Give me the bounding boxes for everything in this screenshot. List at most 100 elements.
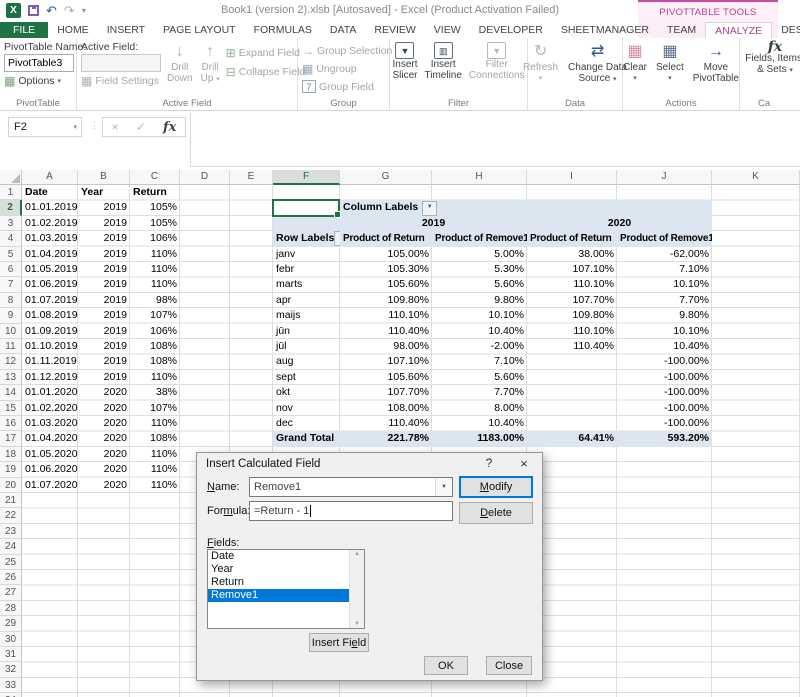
pivot-value[interactable]: 10.40% [432, 324, 527, 339]
row-header-24[interactable]: 24 [0, 539, 22, 555]
field-settings-button[interactable]: ▦ Field Settings [81, 73, 161, 88]
pivot-value[interactable]: 107.10% [527, 262, 617, 277]
tab-review[interactable]: REVIEW [365, 22, 424, 38]
data-cell[interactable]: 01.08.2019 [22, 308, 78, 323]
row-header-16[interactable]: 16 [0, 416, 22, 432]
pivot-value[interactable]: 109.80% [340, 293, 432, 308]
data-cell[interactable]: 2019 [78, 277, 130, 292]
pivot-value[interactable]: 10.40% [617, 339, 712, 354]
pivot-value-header[interactable]: Product of Remove1 [432, 231, 527, 246]
data-cell[interactable]: 2019 [78, 200, 130, 215]
data-cell[interactable]: 2019 [78, 339, 130, 354]
tab-data[interactable]: DATA [321, 22, 365, 38]
pivot-value[interactable]: 7.70% [432, 385, 527, 400]
column-header-F[interactable]: F [273, 170, 340, 185]
row-header-34[interactable]: 34 [0, 693, 22, 697]
data-cell[interactable]: 110% [130, 416, 180, 431]
data-cell[interactable]: 2019 [78, 262, 130, 277]
row-header-5[interactable]: 5 [0, 246, 22, 262]
data-cell[interactable]: 110% [130, 447, 180, 462]
tab-developer[interactable]: DEVELOPER [470, 22, 552, 38]
row-header-29[interactable]: 29 [0, 616, 22, 632]
data-cell[interactable]: 108% [130, 339, 180, 354]
row-header-18[interactable]: 18 [0, 446, 22, 463]
pivot-value[interactable]: -100.00% [617, 401, 712, 416]
refresh-button[interactable]: ↻ Refresh ▾ [521, 41, 560, 97]
row-header-23[interactable]: 23 [0, 523, 22, 540]
row-header-13[interactable]: 13 [0, 369, 22, 386]
pivot-value[interactable]: 110.40% [340, 324, 432, 339]
data-header-year[interactable]: Year [78, 185, 130, 200]
row-header-7[interactable]: 7 [0, 277, 22, 293]
data-cell[interactable]: 108% [130, 431, 180, 446]
undo-icon[interactable]: ↶ [46, 4, 57, 17]
pivot-month-sept[interactable]: sept [273, 370, 340, 385]
pivot-value[interactable]: 5.30% [432, 262, 527, 277]
pivot-month-marts[interactable]: marts [273, 277, 340, 292]
data-cell[interactable]: 01.05.2019 [22, 262, 78, 277]
row-header-19[interactable]: 19 [0, 462, 22, 478]
pivot-value[interactable]: 110.40% [527, 339, 617, 354]
data-cell[interactable]: 2019 [78, 370, 130, 385]
data-cell[interactable]: 106% [130, 231, 180, 246]
fields-listbox[interactable]: ▲ ▼ Date Year Return Remove1 [207, 549, 365, 629]
pivot-value[interactable]: 10.10% [617, 324, 712, 339]
pivot-value[interactable]: 107.10% [340, 354, 432, 369]
row-header-12[interactable]: 12 [0, 354, 22, 370]
pivot-value[interactable]: 105.00% [340, 247, 432, 262]
data-cell[interactable]: 01.04.2020 [22, 431, 78, 446]
pivot-grand-total-label[interactable]: Grand Total [273, 431, 340, 446]
close-button[interactable]: Close [486, 656, 532, 675]
row-header-15[interactable]: 15 [0, 400, 22, 416]
pivot-value[interactable]: 110.10% [527, 277, 617, 292]
scroll-up-icon[interactable]: ▲ [350, 551, 364, 557]
data-cell[interactable]: 2019 [78, 216, 130, 231]
pivot-month-nov[interactable]: nov [273, 401, 340, 416]
data-cell[interactable]: 2020 [78, 462, 130, 477]
pivot-year-2020[interactable]: 2020 [527, 216, 712, 231]
data-cell[interactable]: 01.06.2020 [22, 462, 78, 477]
data-cell[interactable]: 2020 [78, 447, 130, 462]
row-header-2[interactable]: 2 [0, 200, 22, 216]
column-header-D[interactable]: D [180, 170, 230, 185]
customize-qat-icon[interactable]: ▾ [82, 6, 86, 15]
data-cell[interactable]: 01.02.2020 [22, 401, 78, 416]
data-cell[interactable]: 01.03.2020 [22, 416, 78, 431]
data-cell[interactable]: 107% [130, 308, 180, 323]
tab-analyze[interactable]: ANALYZE [705, 22, 773, 38]
column-header-B[interactable]: B [78, 170, 130, 185]
column-header-H[interactable]: H [432, 170, 527, 185]
select-all-corner[interactable] [0, 170, 22, 185]
pivot-value[interactable]: 10.10% [617, 277, 712, 292]
row-header-17[interactable]: 17 [0, 431, 22, 447]
data-cell[interactable]: 01.01.2019 [22, 200, 78, 215]
pivot-month-dec[interactable]: dec [273, 416, 340, 431]
pivot-value[interactable]: -100.00% [617, 370, 712, 385]
tab-insert[interactable]: INSERT [98, 22, 154, 38]
pivot-value[interactable]: 10.40% [432, 416, 527, 431]
name-box-dropdown-icon[interactable]: ▾ [73, 123, 77, 131]
pivot-value[interactable]: 9.80% [432, 293, 527, 308]
expand-field-button[interactable]: ⊞ Expand Field [226, 45, 306, 60]
pivot-value[interactable]: 107.70% [527, 293, 617, 308]
pivot-value[interactable]: -62.00% [617, 247, 712, 262]
active-field-input[interactable] [81, 54, 161, 72]
insert-timeline-button[interactable]: ▥ Insert Timeline [423, 41, 464, 97]
pivot-value[interactable]: 9.80% [617, 308, 712, 323]
data-cell[interactable]: 01.11.2019 [22, 354, 78, 369]
row-header-3[interactable]: 3 [0, 215, 22, 232]
row-header-20[interactable]: 20 [0, 477, 22, 493]
row-header-32[interactable]: 32 [0, 662, 22, 678]
data-cell[interactable]: 2020 [78, 416, 130, 431]
data-cell[interactable]: 01.06.2019 [22, 277, 78, 292]
options-button[interactable]: ▦ Options ▾ [4, 73, 72, 88]
data-cell[interactable]: 2019 [78, 293, 130, 308]
data-cell[interactable]: 110% [130, 247, 180, 262]
pivot-value[interactable]: 107.70% [340, 385, 432, 400]
data-cell[interactable]: 01.07.2019 [22, 293, 78, 308]
data-cell[interactable]: 01.03.2019 [22, 231, 78, 246]
column-header-E[interactable]: E [230, 170, 273, 185]
row-header-26[interactable]: 26 [0, 570, 22, 586]
column-header-A[interactable]: A [22, 170, 78, 185]
data-cell[interactable]: 110% [130, 478, 180, 493]
